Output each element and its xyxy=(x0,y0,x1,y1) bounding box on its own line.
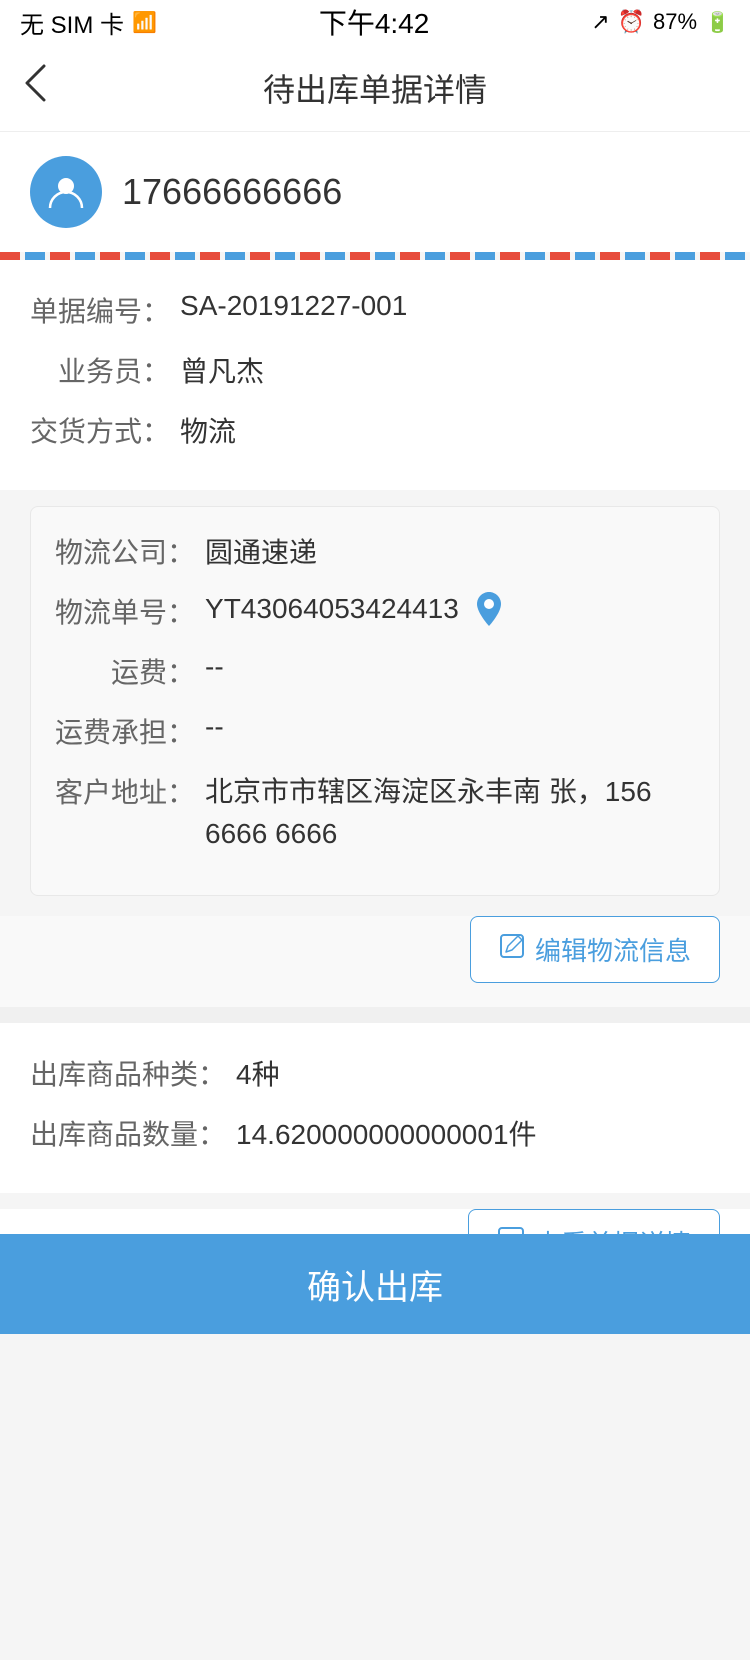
nav-bar: 待出库单据详情 xyxy=(0,44,750,132)
logistics-company-label: 物流公司： xyxy=(55,531,195,571)
gray-divider xyxy=(0,1007,750,1023)
salesman-label: 业务员： xyxy=(30,350,170,390)
stock-info-section: 出库商品种类： 4种 出库商品数量： 14.620000000000001件 xyxy=(0,1023,750,1193)
alarm-icon: ⏰ xyxy=(618,9,645,35)
status-right: ↗ ⏰ 87% 🔋 xyxy=(591,9,730,35)
page-title: 待出库单据详情 xyxy=(263,65,487,111)
address-row: 客户地址： 北京市市辖区海淀区永丰南 张，156 6666 6666 xyxy=(55,771,695,855)
main-content: 17666666666 单据编号： SA-20191227-001 业务员： 曾… xyxy=(0,132,750,1660)
delivery-value: 物流 xyxy=(180,410,720,450)
order-info-section: 单据编号： SA-20191227-001 业务员： 曾凡杰 交货方式： 物流 xyxy=(0,260,750,490)
tracking-no-row: 物流单号： YT43064053424413 xyxy=(55,591,695,631)
confirm-button[interactable]: 确认出库 xyxy=(0,1234,750,1334)
edit-logistics-label: 编辑物流信息 xyxy=(535,931,691,968)
bottom-spacer xyxy=(0,1300,750,1540)
order-no-value: SA-20191227-001 xyxy=(180,290,720,322)
edit-icon xyxy=(499,933,525,966)
freight-bear-row: 运费承担： -- xyxy=(55,711,695,751)
logistics-company-row: 物流公司： 圆通速递 xyxy=(55,531,695,571)
edit-button-wrap: 编辑物流信息 xyxy=(0,916,750,1007)
location-pin-icon xyxy=(471,591,507,627)
salesman-row: 业务员： 曾凡杰 xyxy=(30,350,720,390)
stock-qty-value: 14.620000000000001件 xyxy=(236,1113,720,1153)
tracking-no-value: YT43064053424413 xyxy=(205,591,695,627)
tracking-no-label: 物流单号： xyxy=(55,591,195,631)
logistics-company-value: 圆通速递 xyxy=(205,531,695,571)
status-left: 无 SIM 卡 📶 xyxy=(20,5,157,40)
salesman-value: 曾凡杰 xyxy=(180,350,720,390)
logistics-card: 物流公司： 圆通速递 物流单号： YT43064053424413 运费： --… xyxy=(30,506,720,896)
status-bar: 无 SIM 卡 📶 下午4:42 ↗ ⏰ 87% 🔋 xyxy=(0,0,750,44)
address-label: 客户地址： xyxy=(55,771,195,811)
stock-type-value: 4种 xyxy=(236,1053,720,1093)
stock-qty-row: 出库商品数量： 14.620000000000001件 xyxy=(30,1113,720,1153)
freight-value: -- xyxy=(205,651,695,683)
delivery-row: 交货方式： 物流 xyxy=(30,410,720,450)
order-no-row: 单据编号： SA-20191227-001 xyxy=(30,290,720,330)
stock-type-row: 出库商品种类： 4种 xyxy=(30,1053,720,1093)
confirm-button-label: 确认出库 xyxy=(307,1260,443,1309)
stock-qty-label: 出库商品数量： xyxy=(30,1113,226,1153)
battery-label: 87% xyxy=(653,9,697,35)
freight-label: 运费： xyxy=(55,651,195,691)
order-no-label: 单据编号： xyxy=(30,290,170,330)
location-icon: ↗ xyxy=(591,9,609,35)
stock-type-label: 出库商品种类： xyxy=(30,1053,226,1093)
avatar xyxy=(30,156,102,228)
back-button[interactable] xyxy=(24,64,46,111)
status-time: 下午4:42 xyxy=(319,2,430,42)
customer-header: 17666666666 xyxy=(0,132,750,252)
wifi-icon: 📶 xyxy=(132,10,157,35)
dashed-divider xyxy=(0,252,750,260)
freight-row: 运费： -- xyxy=(55,651,695,691)
customer-phone: 17666666666 xyxy=(122,171,342,213)
carrier-label: 无 SIM 卡 xyxy=(20,5,124,40)
address-value: 北京市市辖区海淀区永丰南 张，156 6666 6666 xyxy=(205,771,695,855)
freight-bear-label: 运费承担： xyxy=(55,711,195,751)
battery-icon: 🔋 xyxy=(705,10,730,35)
edit-logistics-button[interactable]: 编辑物流信息 xyxy=(470,916,720,983)
delivery-label: 交货方式： xyxy=(30,410,170,450)
freight-bear-value: -- xyxy=(205,711,695,743)
